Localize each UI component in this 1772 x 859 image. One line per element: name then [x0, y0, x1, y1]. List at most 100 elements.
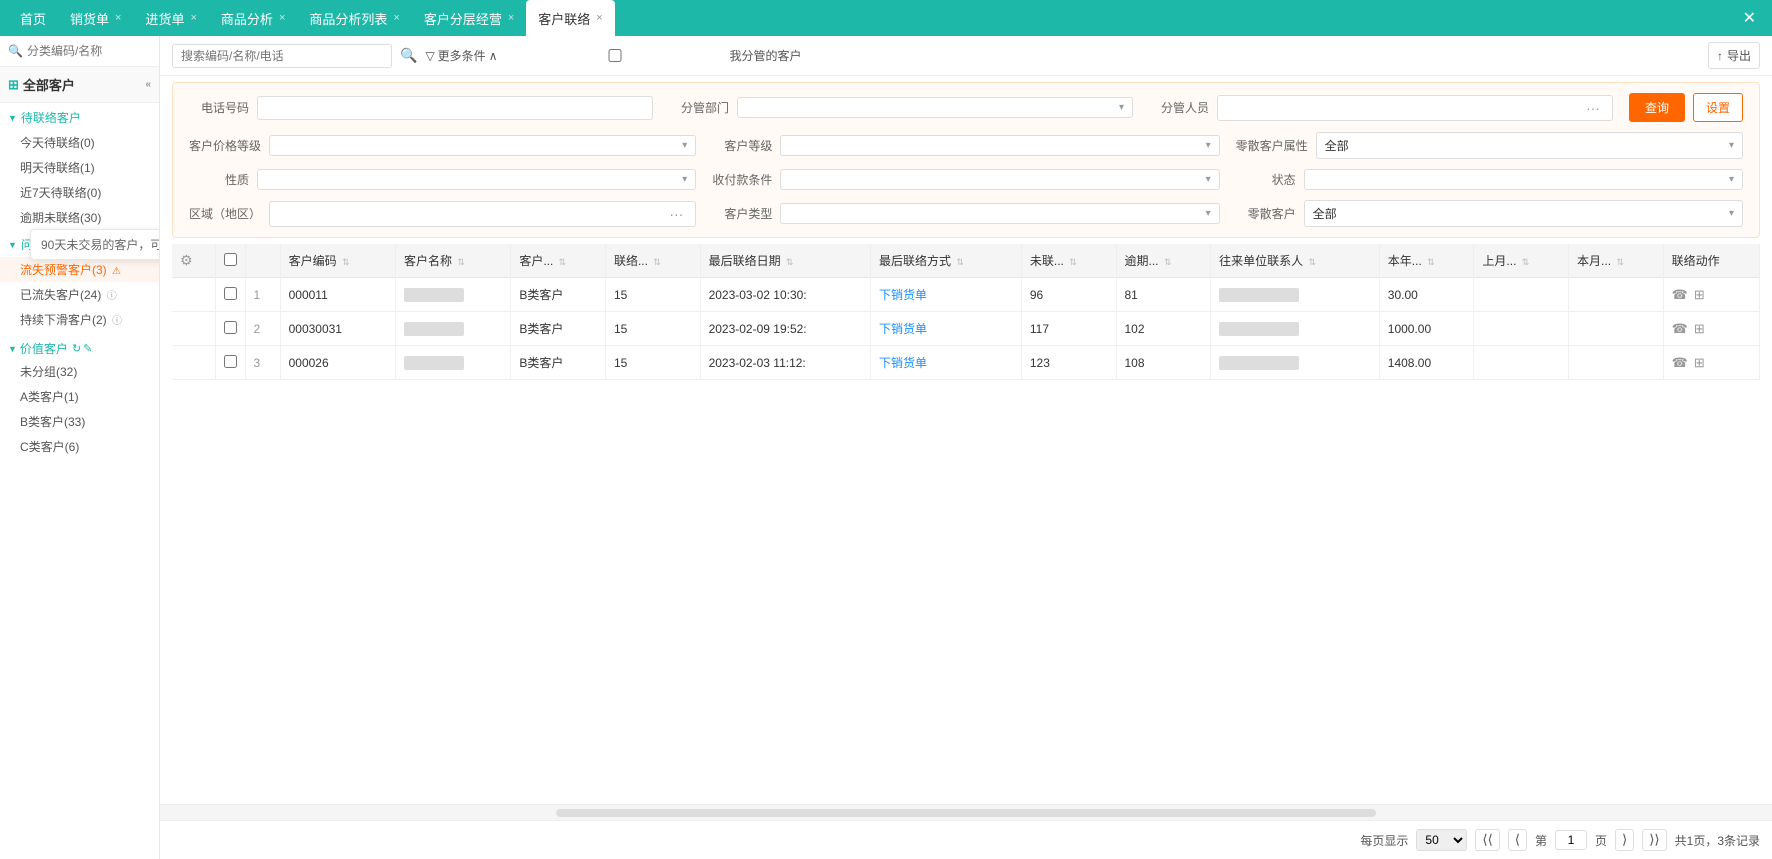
sidebar-item-today-contact[interactable]: 今天待联络(0): [0, 130, 159, 155]
row-checkbox[interactable]: [224, 355, 237, 368]
next-page-button[interactable]: ⟩: [1615, 829, 1634, 851]
tab-customer-contact-close[interactable]: ×: [596, 12, 602, 24]
search-input[interactable]: [172, 44, 392, 68]
col-overdue[interactable]: 逾期... ⇅: [1116, 244, 1211, 278]
row-checkbox-cell[interactable]: [215, 346, 245, 380]
row-this-year: 1408.00: [1379, 346, 1474, 380]
sidebar-search-input[interactable]: [27, 44, 151, 58]
row-last-contact-method[interactable]: 下销货单: [870, 346, 1021, 380]
tab-sales[interactable]: 销货单 ×: [58, 0, 133, 36]
sidebar-item-lost-warning[interactable]: 流失预警客户(3) ⚠: [0, 257, 159, 282]
sidebar-item-class-c[interactable]: C类客户(6): [0, 434, 159, 459]
settings-button[interactable]: 设置: [1693, 93, 1743, 122]
edit-icon[interactable]: ✎: [83, 342, 92, 355]
sidebar-group-pending-contact[interactable]: ▼ 待联络客户: [0, 103, 159, 130]
tab-home[interactable]: 首页: [8, 0, 58, 36]
window-close-button[interactable]: ✕: [1735, 8, 1764, 28]
sidebar-item-declining[interactable]: 持续下滑客户(2) ⓘ: [0, 307, 159, 332]
search-button[interactable]: 🔍: [400, 47, 417, 64]
horizontal-scrollbar[interactable]: [160, 804, 1772, 820]
query-button[interactable]: 查询: [1629, 93, 1685, 122]
first-page-button[interactable]: ⟨⟨: [1475, 829, 1499, 851]
sidebar-item-tomorrow-contact[interactable]: 明天待联络(1): [0, 155, 159, 180]
col-index-header: [245, 244, 280, 278]
col-settings[interactable]: ⚙: [172, 244, 215, 278]
my-customers-checkbox[interactable]: 我分管的客户: [505, 47, 801, 64]
contact-action-icon[interactable]: ☎: [1672, 355, 1688, 371]
tab-product-analysis-close[interactable]: ×: [279, 12, 285, 24]
tab-purchase-close[interactable]: ×: [190, 12, 196, 24]
sidebar-group-problem-customers[interactable]: ▼ 问题客户 90天未交易的客户，可能有流失风险。: [0, 230, 159, 257]
tab-customer-contact[interactable]: 客户联络 ×: [526, 0, 614, 36]
region-select[interactable]: ···: [269, 201, 696, 227]
sidebar-item-class-b[interactable]: B类客户(33): [0, 409, 159, 434]
sidebar-item-class-a[interactable]: A类客户(1): [0, 384, 159, 409]
col-uncontacted[interactable]: 未联... ⇅: [1021, 244, 1116, 278]
sidebar-item-unclassified[interactable]: 未分组(32): [0, 359, 159, 384]
phone-input[interactable]: [257, 96, 653, 120]
status-select[interactable]: ▾: [1304, 169, 1743, 190]
page-number-input[interactable]: [1555, 830, 1587, 850]
customer-type-select[interactable]: ▾: [780, 203, 1219, 224]
scrollbar-thumb[interactable]: [556, 809, 1376, 817]
tab-product-analysis[interactable]: 商品分析 ×: [209, 0, 297, 36]
col-this-month[interactable]: 本月... ⇅: [1569, 244, 1664, 278]
contact-action-icon[interactable]: ☎: [1672, 321, 1688, 337]
last-page-button[interactable]: ⟩⟩: [1642, 829, 1666, 851]
tab-product-analysis-list-close[interactable]: ×: [393, 12, 399, 24]
sidebar-collapse-btn[interactable]: «: [145, 79, 151, 90]
more-action-icon[interactable]: ⊞: [1694, 321, 1705, 337]
export-button[interactable]: ↑ 导出: [1708, 42, 1760, 69]
tab-sales-close[interactable]: ×: [115, 12, 121, 24]
tab-customer-segmentation[interactable]: 客户分层经营 ×: [412, 0, 526, 36]
contact-action-icon[interactable]: ☎: [1672, 287, 1688, 303]
more-action-icon[interactable]: ⊞: [1694, 287, 1705, 303]
warn-icon: ⚠: [112, 266, 121, 277]
retail-attr-select[interactable]: 全部 ▾: [1316, 132, 1743, 159]
col-last-contact-method[interactable]: 最后联络方式 ⇅: [870, 244, 1021, 278]
row-checkbox-cell[interactable]: [215, 278, 245, 312]
more-action-icon[interactable]: ⊞: [1694, 355, 1705, 371]
dept-select[interactable]: ▾: [737, 97, 1133, 118]
refresh-icon[interactable]: ↻: [72, 342, 81, 355]
col-last-month[interactable]: 上月... ⇅: [1474, 244, 1569, 278]
person-select[interactable]: ···: [1217, 95, 1613, 121]
col-this-year[interactable]: 本年... ⇅: [1379, 244, 1474, 278]
per-page-select[interactable]: 50 100 200: [1416, 829, 1467, 851]
col-code[interactable]: 客户编码 ⇅: [280, 244, 395, 278]
sidebar-item-overdue-contact[interactable]: 逾期未联络(30): [0, 205, 159, 230]
sidebar-all-customers[interactable]: ⊞ 全部客户 «: [0, 67, 159, 103]
my-customers-check[interactable]: [505, 49, 725, 62]
tab-product-analysis-list[interactable]: 商品分析列表 ×: [297, 0, 411, 36]
settings-icon[interactable]: ⚙: [180, 252, 193, 268]
col-type[interactable]: 客户... ⇅: [511, 244, 606, 278]
col-contact[interactable]: 联络... ⇅: [605, 244, 700, 278]
tab-customer-segmentation-close[interactable]: ×: [508, 12, 514, 24]
sidebar-group-value-customers[interactable]: ▼ 价值客户 ↻ ✎: [0, 336, 159, 359]
col-name[interactable]: 客户名称 ⇅: [395, 244, 510, 278]
row-last-contact-method[interactable]: 下销货单: [870, 312, 1021, 346]
prev-page-button[interactable]: ⟨: [1508, 829, 1527, 851]
price-grade-select[interactable]: ▾: [269, 135, 696, 156]
retail-customer-select[interactable]: 全部 ▾: [1304, 200, 1743, 227]
row-checkbox[interactable]: [224, 287, 237, 300]
col-unit-contact[interactable]: 往来单位联系人 ⇅: [1211, 244, 1380, 278]
col-last-contact-date[interactable]: 最后联络日期 ⇅: [700, 244, 870, 278]
filter-row-1: 电话号码 分管部门 ▾ 分管人员 ···: [189, 93, 1743, 122]
more-conditions-toggle[interactable]: ▽ 更多条件 ∧: [425, 47, 497, 64]
select-all-checkbox[interactable]: [224, 253, 237, 266]
customer-grade-select[interactable]: ▾: [780, 135, 1219, 156]
row-checkbox[interactable]: [224, 321, 237, 334]
row-contact: 15: [605, 278, 700, 312]
tab-purchase[interactable]: 进货单 ×: [133, 0, 208, 36]
row-last-contact-method[interactable]: 下销货单: [870, 278, 1021, 312]
sidebar-item-already-lost[interactable]: 已流失客户(24) ⓘ: [0, 282, 159, 307]
sidebar-item-7day-contact[interactable]: 近7天待联络(0): [0, 180, 159, 205]
region-dots[interactable]: ···: [665, 206, 687, 222]
info-icon-declining: ⓘ: [112, 316, 122, 327]
payment-select[interactable]: ▾: [780, 169, 1219, 190]
row-checkbox-cell[interactable]: [215, 312, 245, 346]
region-label: 区域（地区）: [189, 205, 261, 222]
nature-select[interactable]: ▾: [257, 169, 696, 190]
person-dots[interactable]: ···: [1582, 100, 1604, 116]
